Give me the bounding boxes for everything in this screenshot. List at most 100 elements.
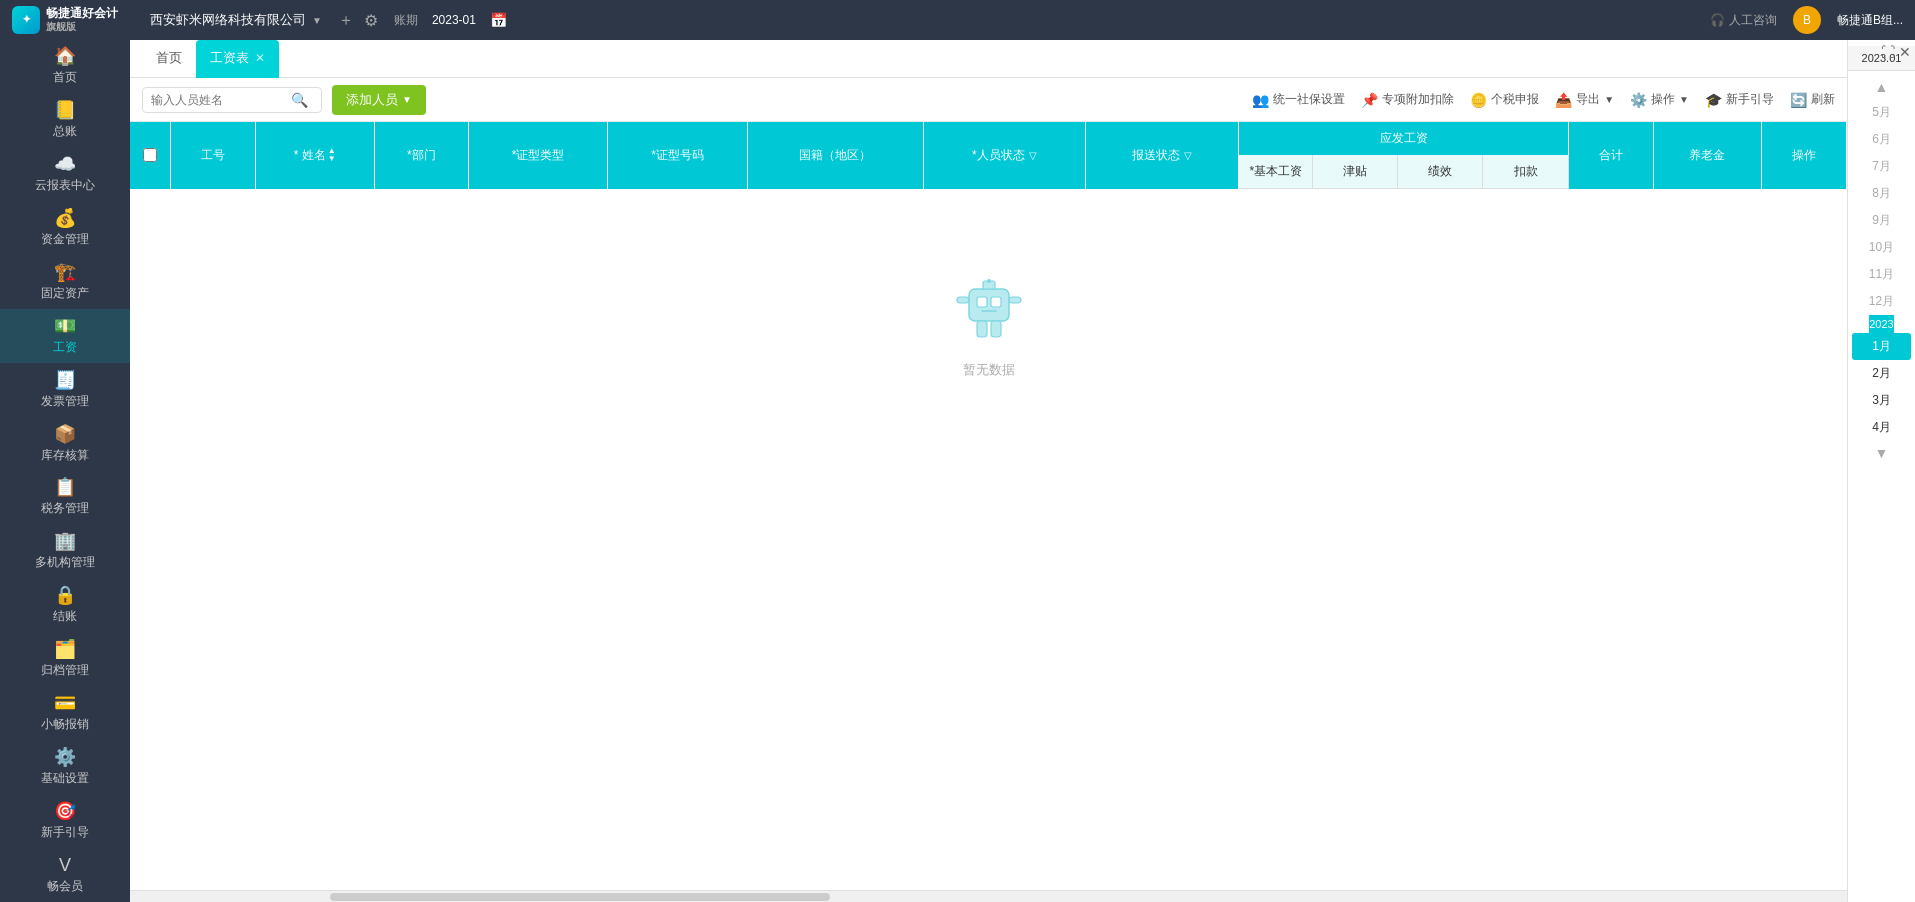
top-bar-actions: ＋ ⚙ 账期 2023-01 📅: [338, 10, 507, 31]
tab-home[interactable]: 首页: [142, 40, 196, 78]
th-deduction: 扣款: [1483, 155, 1568, 189]
settings-nav-icon: ⚙️: [54, 748, 76, 766]
period-panel-close-icon[interactable]: ✕: [1899, 44, 1911, 60]
add-person-button[interactable]: 添加人员 ▼: [332, 85, 426, 115]
home-icon: 🏠: [54, 47, 76, 65]
personal-tax-action[interactable]: 🪙 个税申报: [1470, 91, 1539, 108]
user-name[interactable]: 畅捷通B组...: [1837, 12, 1903, 29]
sidebar-item-home[interactable]: 🏠 首页: [0, 40, 130, 94]
th-total: 合计: [1568, 122, 1653, 189]
refresh-label: 刷新: [1811, 91, 1835, 108]
tabs-bar: 首页 工资表 ✕: [130, 40, 1847, 78]
period-nav-down-button[interactable]: ▼: [1848, 441, 1915, 465]
headphone-icon: 🎧: [1710, 13, 1725, 27]
svg-rect-9: [991, 321, 1001, 337]
period-panel: ⛶ ✕ 2023.01 ▲ 5月 6月 7月 8月: [1847, 40, 1915, 902]
select-all-checkbox[interactable]: [143, 148, 157, 162]
operations-action[interactable]: ⚙️ 操作 ▼: [1630, 91, 1689, 108]
period-month-2023-1[interactable]: 1月: [1852, 333, 1911, 360]
sidebar-label-member: 畅会员: [47, 878, 83, 895]
period-month-7[interactable]: 7月: [1848, 153, 1915, 180]
guide-action[interactable]: 🎓 新手引导: [1705, 91, 1774, 108]
period-month-2023-3[interactable]: 3月: [1848, 387, 1915, 414]
sidebar-item-expense[interactable]: 💳 小畅报销: [0, 687, 130, 741]
add-company-button[interactable]: ＋: [338, 10, 354, 31]
th-cert-type: *证型类型: [468, 122, 607, 189]
th-country: 国籍（地区）: [747, 122, 923, 189]
toolbar: 🔍 添加人员 ▼ 👥 统一社保设置 📌 专项附加扣除 🪙 个税申报: [130, 78, 1847, 122]
period-nav: ▲ 5月 6月 7月 8月 9月 10月: [1848, 71, 1915, 902]
h-scrollbar-thumb[interactable]: [330, 893, 830, 901]
calendar-icon[interactable]: 📅: [490, 12, 507, 28]
period-month-2023-2[interactable]: 2月: [1848, 360, 1915, 387]
main-layout: 🏠 首页 📒 总账 ☁️ 云报表中心 💰 资金管理 🏗️ 固定资产 💵 工资 🧾…: [0, 40, 1915, 902]
period-month-10[interactable]: 10月: [1848, 234, 1915, 261]
th-performance: 绩效: [1398, 155, 1483, 189]
name-sort-arrows: ▲▼: [328, 147, 336, 163]
sidebar-item-settings[interactable]: ⚙️ 基础设置: [0, 740, 130, 794]
svg-rect-7: [1009, 297, 1021, 303]
period-month-2023-4[interactable]: 4月: [1848, 414, 1915, 441]
sidebar-item-inventory[interactable]: 📦 库存核算: [0, 417, 130, 471]
sidebar-item-invoice[interactable]: 🧾 发票管理: [0, 363, 130, 417]
person-status-filter-icon[interactable]: ▽: [1029, 150, 1037, 161]
company-selector[interactable]: 西安虾米网络科技有限公司 ▼: [150, 11, 322, 29]
sidebar-item-close[interactable]: 🔒 结账: [0, 579, 130, 633]
export-action[interactable]: 📤 导出 ▼: [1555, 91, 1614, 108]
settings-button[interactable]: ⚙: [364, 11, 378, 30]
special-deduction-action[interactable]: 📌 专项附加扣除: [1361, 91, 1454, 108]
period-month-6[interactable]: 6月: [1848, 126, 1915, 153]
th-name[interactable]: * 姓名 ▲▼: [255, 122, 374, 189]
company-name: 西安虾米网络科技有限公司: [150, 11, 306, 29]
top-bar: ✦ 畅捷通好会计 旗舰版 西安虾米网络科技有限公司 ▼ ＋ ⚙ 账期 2023-…: [0, 0, 1915, 40]
period-nav-up-button[interactable]: ▲: [1848, 75, 1915, 99]
social-insurance-action[interactable]: 👥 统一社保设置: [1252, 91, 1345, 108]
sidebar-item-assets[interactable]: 🏗️ 固定资产: [0, 256, 130, 310]
period-panel-expand-icon[interactable]: ⛶: [1881, 44, 1895, 60]
company-dropdown-arrow[interactable]: ▼: [312, 15, 322, 26]
tab-salary-table[interactable]: 工资表 ✕: [196, 40, 279, 78]
sidebar-label-funds: 资金管理: [41, 231, 89, 248]
sidebar-label-invoice: 发票管理: [41, 393, 89, 410]
period-month-5[interactable]: 5月: [1848, 99, 1915, 126]
th-emp-no: 工号: [170, 122, 255, 189]
sidebar-item-multi-org[interactable]: 🏢 多机构管理: [0, 525, 130, 579]
tab-home-label: 首页: [156, 49, 182, 67]
sidebar-label-ledger: 总账: [53, 123, 77, 140]
support-label: 人工咨询: [1729, 12, 1777, 29]
operations-label: 操作: [1651, 91, 1675, 108]
period-month-8[interactable]: 8月: [1848, 180, 1915, 207]
empty-state: 暂无数据: [130, 189, 1847, 459]
period-month-11[interactable]: 11月: [1848, 261, 1915, 288]
refresh-action[interactable]: 🔄 刷新: [1790, 91, 1835, 108]
period-month-12[interactable]: 12月: [1848, 288, 1915, 315]
search-icon[interactable]: 🔍: [291, 92, 308, 108]
th-report-status[interactable]: 报送状态 ▽: [1086, 122, 1239, 189]
period-month-9[interactable]: 9月: [1848, 207, 1915, 234]
sidebar-item-guide[interactable]: 🎯 新手引导: [0, 794, 130, 848]
th-person-status[interactable]: *人员状态 ▽: [923, 122, 1085, 189]
table-header-row: 工号 * 姓名 ▲▼ *部门 *证型类型 *证型号码 国籍（地区）: [130, 122, 1847, 155]
support-button[interactable]: 🎧 人工咨询: [1710, 12, 1777, 29]
funds-icon: 💰: [54, 209, 76, 227]
sidebar-item-cloud-report[interactable]: ☁️ 云报表中心: [0, 148, 130, 202]
tab-close-icon[interactable]: ✕: [255, 52, 265, 64]
social-insurance-label: 统一社保设置: [1273, 91, 1345, 108]
top-bar-right: 🎧 人工咨询 B 畅捷通B组...: [1710, 6, 1903, 34]
salary-icon: 💵: [54, 317, 76, 335]
sidebar-item-archive[interactable]: 🗂️ 归档管理: [0, 633, 130, 687]
sidebar-item-member[interactable]: V 畅会员: [0, 848, 130, 902]
sidebar-item-funds[interactable]: 💰 资金管理: [0, 202, 130, 256]
h-scrollbar[interactable]: [130, 890, 1847, 902]
empty-text: 暂无数据: [963, 361, 1015, 379]
tax-icon: 📋: [54, 478, 76, 496]
expense-icon: 💳: [54, 694, 76, 712]
report-status-filter-icon[interactable]: ▽: [1184, 150, 1192, 161]
salary-table: 工号 * 姓名 ▲▼ *部门 *证型类型 *证型号码 国籍（地区）: [130, 122, 1847, 189]
sidebar-item-ledger[interactable]: 📒 总账: [0, 94, 130, 148]
app-name: 畅捷通好会计: [46, 6, 118, 20]
sidebar-item-salary[interactable]: 💵 工资: [0, 309, 130, 363]
search-input[interactable]: [151, 93, 291, 107]
svg-point-5: [987, 279, 991, 283]
sidebar-item-tax[interactable]: 📋 税务管理: [0, 471, 130, 525]
